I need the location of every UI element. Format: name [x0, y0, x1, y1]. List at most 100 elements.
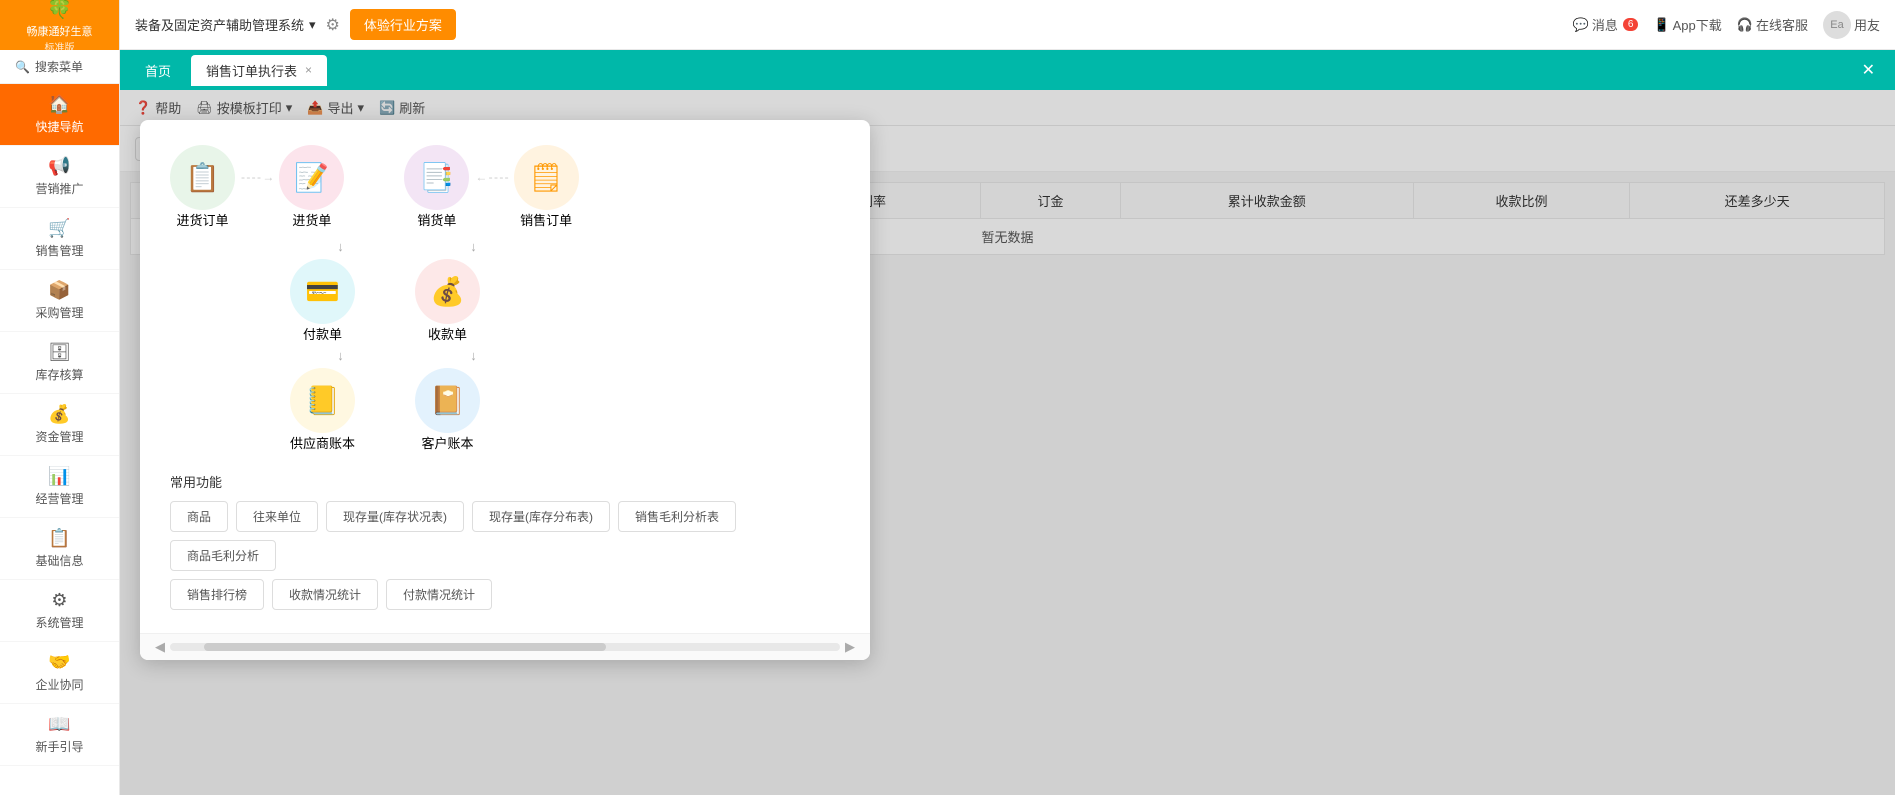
- sidebar-label-newbie: 新手引导: [35, 738, 83, 755]
- search-menu[interactable]: 🔍 搜索菜单: [0, 50, 119, 84]
- sidebar-label-purchase: 采购管理: [35, 304, 83, 321]
- arrow-d-3: ↓: [308, 348, 373, 363]
- tab-close-btn[interactable]: ×: [305, 63, 312, 77]
- system-title-dropdown[interactable]: 装备及固定资产辅助管理系统 ▾: [135, 15, 316, 34]
- marketing-icon: 📢: [48, 156, 70, 177]
- finance-icon: 💰: [48, 404, 70, 425]
- sales-icon: 🛒: [48, 218, 70, 239]
- flow-row-3: 📒 供应商账本 📔 客户账本: [170, 368, 840, 452]
- modal-overlay[interactable]: 📋 进货订单 - - - - → 📝 进货单: [120, 90, 1895, 795]
- common-btn-payment-stat[interactable]: 付款情况统计: [386, 579, 492, 610]
- modal-content: 📋 进货订单 - - - - → 📝 进货单: [140, 120, 870, 633]
- topbar: 装备及固定资产辅助管理系统 ▾ ⚙ 体验行业方案 💬 消息 6 📱 App下载 …: [120, 0, 1895, 50]
- sidebar-item-marketing[interactable]: 📢 营销推广: [0, 146, 119, 208]
- topbar-right: 💬 消息 6 📱 App下载 🎧 在线客服 Ea 用友: [1573, 11, 1880, 39]
- sidebar-label-collab: 企业协同: [35, 676, 83, 693]
- dashed-arrow-right: - - - - →: [241, 170, 273, 184]
- gap2: [373, 239, 433, 254]
- customer-ledger-circle: 📔: [415, 368, 480, 433]
- common-btn-stock-dist[interactable]: 现存量(库存分布表): [472, 501, 610, 532]
- flow-sale-order[interactable]: 🗒 销售订单: [514, 145, 579, 229]
- sidebar-label-marketing: 营销推广: [35, 180, 83, 197]
- search-label: 搜索菜单: [35, 58, 83, 75]
- sidebar-item-newbie[interactable]: 📖 新手引导: [0, 704, 119, 766]
- common-btn-sales-rank[interactable]: 销售排行榜: [170, 579, 264, 610]
- newbie-icon: 📖: [48, 714, 70, 735]
- common-btn-goods-margin[interactable]: 商品毛利分析: [170, 540, 276, 571]
- flow-payment[interactable]: 💳 付款单: [290, 259, 355, 343]
- tab-bar-close-icon[interactable]: ✕: [1852, 60, 1885, 80]
- flow-down-arrows: ↓ ↓: [170, 239, 840, 254]
- flow-receipt[interactable]: 💰 收款单: [415, 259, 480, 343]
- common-btn-goods[interactable]: 商品: [170, 501, 228, 532]
- dashed-arrow-left: ← - - - -: [475, 170, 507, 184]
- sidebar-item-system[interactable]: ⚙ 系统管理: [0, 580, 119, 642]
- down-arrow-purchase: ↓: [308, 239, 373, 254]
- message-icon: 💬: [1573, 17, 1589, 33]
- message-item[interactable]: 💬 消息 6: [1573, 15, 1639, 34]
- content-area: ❓ 帮助 🖨 按模板打印 ▾ 📤 导出 ▾ 🔄 刷新: [120, 90, 1895, 795]
- sidebar-item-collab[interactable]: 🤝 企业协同: [0, 642, 119, 704]
- main-area: 装备及固定资产辅助管理系统 ▾ ⚙ 体验行业方案 💬 消息 6 📱 App下载 …: [120, 0, 1895, 795]
- home-icon: 🏠: [48, 94, 70, 115]
- flow-purchase-bill[interactable]: 📝 进货单: [279, 145, 344, 229]
- common-title: 常用功能: [170, 472, 840, 491]
- logo-sub: 标准版: [45, 39, 75, 54]
- sidebar-item-finance[interactable]: 💰 资金管理: [0, 394, 119, 456]
- flow-customer-ledger[interactable]: 📔 客户账本: [415, 368, 480, 452]
- flow-down-arrows-2: ↓ ↓: [170, 348, 840, 363]
- sidebar-item-inventory[interactable]: 🗄 库存核算: [0, 332, 119, 394]
- tab-home[interactable]: 首页: [130, 55, 186, 86]
- tab-sale-order[interactable]: 销售订单执行表 ×: [191, 55, 327, 86]
- sidebar-label-quick: 快捷导航: [35, 118, 83, 135]
- logo-icon: 🍀: [47, 0, 72, 21]
- sidebar-label-basic: 基础信息: [35, 552, 83, 569]
- flow-row-2: 💳 付款单 💰 收款单: [170, 259, 840, 343]
- sale-bill-circle: 📑: [404, 145, 469, 210]
- app-download-label: App下载: [1673, 15, 1722, 34]
- flow-sale-bill[interactable]: 📑 销货单: [404, 145, 469, 229]
- customer-ledger-label: 客户账本: [422, 433, 474, 452]
- flow-supplier-ledger[interactable]: 📒 供应商账本: [290, 368, 355, 452]
- sidebar-label-system: 系统管理: [35, 614, 83, 631]
- supplier-ledger-label: 供应商账本: [290, 433, 355, 452]
- purchase-order-circle: 📋: [170, 145, 235, 210]
- sidebar-item-operations[interactable]: 📊 经营管理: [0, 456, 119, 518]
- user-item[interactable]: Ea 用友: [1823, 11, 1880, 39]
- payment-circle: 💳: [290, 259, 355, 324]
- sidebar-item-purchase[interactable]: 📦 采购管理: [0, 270, 119, 332]
- common-btn-receipt-stat[interactable]: 收款情况统计: [272, 579, 378, 610]
- system-title: 装备及固定资产辅助管理系统: [135, 15, 304, 34]
- message-label: 消息: [1592, 15, 1618, 34]
- flow-modal: 📋 进货订单 - - - - → 📝 进货单: [140, 120, 870, 660]
- scrollbar-track[interactable]: [170, 643, 840, 651]
- scroll-left-arrow[interactable]: ◀: [150, 639, 170, 655]
- sidebar-label-sales: 销售管理: [35, 242, 83, 259]
- message-badge: 6: [1623, 18, 1639, 31]
- sidebar-item-basic[interactable]: 📋 基础信息: [0, 518, 119, 580]
- purchase-icon: 📦: [48, 280, 70, 301]
- scrollbar-thumb: [204, 643, 606, 651]
- user-name: 用友: [1854, 15, 1880, 34]
- online-service-label: 在线客服: [1756, 15, 1808, 34]
- experience-btn[interactable]: 体验行业方案: [350, 9, 456, 40]
- common-btn-counterpart[interactable]: 往来单位: [236, 501, 318, 532]
- online-service-item[interactable]: 🎧 在线客服: [1737, 15, 1808, 34]
- down-arrow-4: ↓: [441, 348, 506, 363]
- common-btn-stock-status[interactable]: 现存量(库存状况表): [326, 501, 464, 532]
- sidebar-item-quick[interactable]: 🏠 快捷导航: [0, 84, 119, 146]
- app-download-item[interactable]: 📱 App下载: [1653, 15, 1721, 34]
- operations-icon: 📊: [48, 466, 70, 487]
- inventory-icon: 🗄: [48, 342, 71, 363]
- down-arrow-2: ↓: [441, 239, 506, 254]
- settings-icon[interactable]: ⚙: [326, 15, 340, 35]
- sidebar-item-sales[interactable]: 🛒 销售管理: [0, 208, 119, 270]
- common-btn-sales-margin[interactable]: 销售毛利分析表: [618, 501, 736, 532]
- down-arrow-sale: ↓: [441, 239, 506, 254]
- system-icon: ⚙: [51, 590, 67, 611]
- flow-purchase-order[interactable]: 📋 进货订单: [170, 145, 235, 229]
- tab-active-label: 销售订单执行表: [206, 61, 297, 80]
- search-icon: 🔍: [15, 60, 30, 74]
- sidebar-label-finance: 资金管理: [35, 428, 83, 445]
- scroll-right-arrow[interactable]: ▶: [840, 639, 860, 655]
